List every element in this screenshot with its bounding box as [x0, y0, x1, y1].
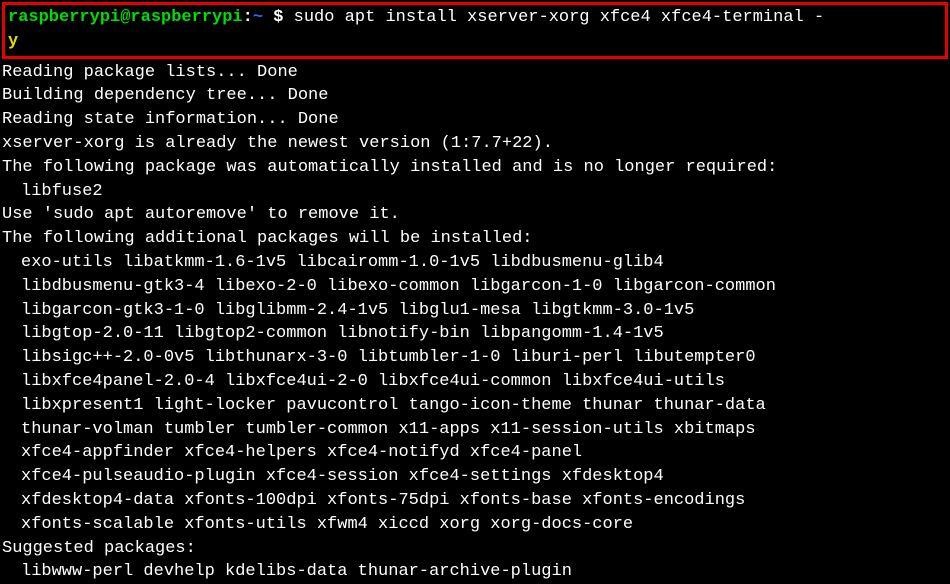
output-line: libgarcon-gtk3-1-0 libglibmm-2.4-1v5 lib…	[2, 299, 948, 323]
command-wrap: y	[8, 30, 942, 54]
prompt-separator: :	[243, 8, 253, 27]
terminal-window[interactable]: raspberrypi@raspberrypi:~ $ sudo apt ins…	[2, 2, 948, 546]
command-highlight-box: raspberrypi@raspberrypi:~ $ sudo apt ins…	[2, 2, 948, 59]
output-line: thunar-volman tumbler tumbler-common x11…	[2, 418, 948, 442]
output-line: libxfce4panel-2.0-4 libxfce4ui-2-0 libxf…	[2, 370, 948, 394]
output-line: Reading package lists... Done	[2, 61, 948, 85]
command-input[interactable]: sudo apt install xserver-xorg xfce4 xfce…	[294, 8, 825, 27]
output-line: The following additional packages will b…	[2, 227, 948, 251]
output-line: libsigc++-2.0-0v5 libthunarx-3-0 libtumb…	[2, 346, 948, 370]
output-line: xfonts-scalable xfonts-utils xfwm4 xiccd…	[2, 513, 948, 537]
prompt-line: raspberrypi@raspberrypi:~ $ sudo apt ins…	[8, 6, 942, 30]
output-line: Building dependency tree... Done	[2, 84, 948, 108]
prompt-dollar: $	[263, 8, 294, 27]
output-line: libfuse2	[2, 180, 948, 204]
output-line: Suggested packages:	[2, 537, 948, 561]
output-line: libdbusmenu-gtk3-4 libexo-2-0 libexo-com…	[2, 275, 948, 299]
output-line: libgtop-2.0-11 libgtop2-common libnotify…	[2, 322, 948, 346]
output-line: xfce4-pulseaudio-plugin xfce4-session xf…	[2, 465, 948, 489]
output-line: libwww-perl devhelp kdelibs-data thunar-…	[2, 560, 948, 584]
output-line: Reading state information... Done	[2, 108, 948, 132]
output-line: The following package was automatically …	[2, 156, 948, 180]
output-line: exo-utils libatkmm-1.6-1v5 libcairomm-1.…	[2, 251, 948, 275]
prompt-path: ~	[253, 8, 263, 27]
output-line: libxpresent1 light-locker pavucontrol ta…	[2, 394, 948, 418]
output-line: xfce4-appfinder xfce4-helpers xfce4-noti…	[2, 441, 948, 465]
output-line: xserver-xorg is already the newest versi…	[2, 132, 948, 156]
prompt-user-host: raspberrypi@raspberrypi	[8, 8, 243, 27]
output-line: Use 'sudo apt autoremove' to remove it.	[2, 203, 948, 227]
output-line: xfdesktop4-data xfonts-100dpi xfonts-75d…	[2, 489, 948, 513]
